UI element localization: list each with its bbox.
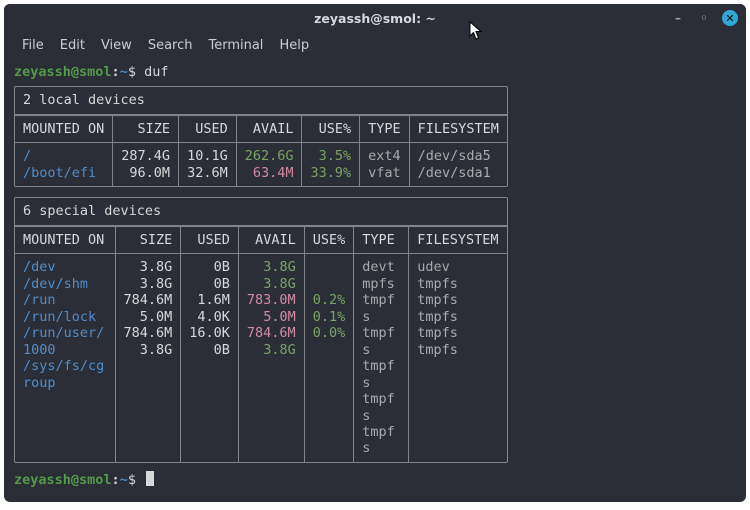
prompt-user-host: zeyassh@smol xyxy=(14,472,112,488)
local-devices-table: MOUNTED ON SIZE USED AVAIL USE% TYPE FIL… xyxy=(15,115,507,186)
menu-file[interactable]: File xyxy=(18,36,48,55)
menu-terminal[interactable]: Terminal xyxy=(204,36,267,55)
titlebar: zeyassh@smol: ~ – ◦ ✕ xyxy=(4,4,746,32)
text-cursor-icon xyxy=(146,471,154,486)
cell-avail: 3.8G3.8G783.0M5.0M784.6M3.8G xyxy=(238,254,304,462)
prompt-line-1: zeyassh@smol:~$ duf xyxy=(14,64,736,80)
cell-usep: 3.5%33.9% xyxy=(302,143,360,186)
cell-filesystem: /dev/sda5/dev/sda1 xyxy=(409,143,507,186)
col-type: TYPE xyxy=(354,226,409,253)
col-type: TYPE xyxy=(360,115,410,142)
menu-edit[interactable]: Edit xyxy=(56,36,89,55)
minimize-button[interactable]: – xyxy=(670,10,686,26)
terminal-window: zeyassh@smol: ~ – ◦ ✕ File Edit View Sea… xyxy=(4,4,746,502)
col-mounted-on: MOUNTED ON xyxy=(15,115,113,142)
cell-mounted-on: /dev/dev/shm/run/run/lock/run/user/1000/… xyxy=(15,254,115,462)
menu-view[interactable]: View xyxy=(97,36,136,55)
window-title: zeyassh@smol: ~ xyxy=(314,11,436,26)
prompt-line-2: zeyassh@smol:~$ xyxy=(14,471,736,488)
close-button[interactable]: ✕ xyxy=(722,10,738,26)
col-avail: AVAIL xyxy=(238,226,304,253)
col-filesystem: FILESYSTEM xyxy=(409,115,507,142)
table-header-row: MOUNTED ON SIZE USED AVAIL USE% TYPE FIL… xyxy=(15,115,507,142)
col-size: SIZE xyxy=(113,115,179,142)
prompt-user-host: zeyassh@smol xyxy=(14,64,112,80)
cell-used: 0B0B1.6M4.0K16.0K0B xyxy=(181,254,239,462)
special-devices-title: 6 special devices xyxy=(15,198,507,225)
special-devices-box: 6 special devices MOUNTED ON SIZE USED A… xyxy=(14,197,508,463)
table-row: /dev/dev/shm/run/run/lock/run/user/1000/… xyxy=(15,254,507,462)
cell-size: 3.8G3.8G784.6M5.0M784.6M3.8G xyxy=(115,254,181,462)
prompt-sign: $ xyxy=(128,64,136,80)
col-filesystem: FILESYSTEM xyxy=(409,226,507,253)
cell-mounted-on: //boot/efi xyxy=(15,143,113,186)
cell-size: 287.4G96.0M xyxy=(113,143,179,186)
cell-filesystem: udevtmpfstmpfstmpfstmpfstmpfs xyxy=(409,254,507,462)
prompt-path: ~ xyxy=(120,472,128,488)
cell-avail: 262.6G63.4M xyxy=(236,143,302,186)
cell-used: 10.1G32.6M xyxy=(179,143,237,186)
table-row: //boot/efi287.4G96.0M10.1G32.6M262.6G63.… xyxy=(15,143,507,186)
cell-type: devtmpfstmpfstmpfstmpfstmpfstmpfs xyxy=(354,254,409,462)
col-usep: USE% xyxy=(302,115,360,142)
menu-search[interactable]: Search xyxy=(144,36,197,55)
col-used: USED xyxy=(179,115,237,142)
terminal-body[interactable]: zeyassh@smol:~$ duf 2 local devices MOUN… xyxy=(4,58,746,498)
col-used: USED xyxy=(181,226,239,253)
window-buttons: – ◦ ✕ xyxy=(670,4,738,32)
local-devices-box: 2 local devices MOUNTED ON SIZE USED AVA… xyxy=(14,86,508,187)
local-devices-title: 2 local devices xyxy=(15,87,507,114)
table-header-row: MOUNTED ON SIZE USED AVAIL USE% TYPE FIL… xyxy=(15,226,507,253)
prompt-path: ~ xyxy=(120,64,128,80)
cell-usep: 0.2%0.1%0.0% xyxy=(304,254,354,462)
col-avail: AVAIL xyxy=(236,115,302,142)
col-mounted-on: MOUNTED ON xyxy=(15,226,115,253)
prompt-sign: $ xyxy=(128,472,136,488)
special-devices-table: MOUNTED ON SIZE USED AVAIL USE% TYPE FIL… xyxy=(15,226,507,462)
col-usep: USE% xyxy=(304,226,354,253)
maximize-button[interactable]: ◦ xyxy=(696,10,712,26)
cell-type: ext4vfat xyxy=(360,143,410,186)
col-size: SIZE xyxy=(115,226,181,253)
menubar: File Edit View Search Terminal Help xyxy=(4,32,746,58)
command-text: duf xyxy=(144,64,168,80)
menu-help[interactable]: Help xyxy=(275,36,313,55)
